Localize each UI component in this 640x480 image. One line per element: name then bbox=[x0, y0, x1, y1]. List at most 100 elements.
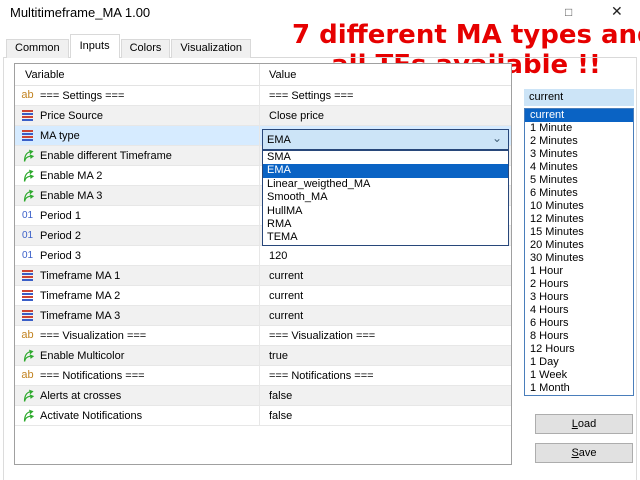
timeframe-listbox: current 1 Minute 2 Minutes 3 Minutes 4 Minut… bbox=[524, 108, 634, 396]
tab-common[interactable]: Common bbox=[6, 39, 69, 58]
table-row[interactable]: Timeframe MA 3 current bbox=[15, 306, 511, 326]
bool-arrow-icon bbox=[23, 349, 34, 362]
bool-arrow-icon bbox=[23, 169, 34, 182]
value-cell[interactable]: === Notifications === bbox=[259, 366, 511, 385]
annotation-line-1: 7 different MA types and bbox=[292, 20, 640, 50]
load-button[interactable]: Load bbox=[535, 414, 633, 434]
value-cell[interactable]: true bbox=[259, 346, 511, 365]
inputs-table: Variable Value ab === Settings === === Set… bbox=[14, 63, 512, 465]
timeframe-option[interactable]: 1 Day bbox=[525, 356, 633, 369]
table-row[interactable]: ab === Notifications === === Notifications… bbox=[15, 366, 511, 386]
value-cell[interactable]: false bbox=[259, 386, 511, 405]
int-icon: 01 bbox=[21, 229, 34, 241]
timeframe-option[interactable]: 10 Minutes bbox=[525, 200, 633, 213]
timeframe-option[interactable]: 1 Hour bbox=[525, 265, 633, 278]
variable-label: Period 2 bbox=[40, 229, 81, 242]
timeframe-option[interactable]: 15 Minutes bbox=[525, 226, 633, 239]
ab-icon: ab bbox=[21, 89, 34, 101]
ma-type-combobox[interactable]: EMA ⌄ bbox=[262, 129, 509, 150]
table-row[interactable]: Activate Notifications false bbox=[15, 406, 511, 426]
timeframe-option[interactable]: 6 Hours bbox=[525, 317, 633, 330]
ma-type-option[interactable]: SMA bbox=[263, 151, 508, 164]
timeframe-option[interactable]: 1 Week bbox=[525, 369, 633, 382]
window-title: Multitimeframe_MA 1.00 bbox=[10, 5, 151, 20]
timeframe-option[interactable]: 2 Minutes bbox=[525, 135, 633, 148]
value-cell[interactable]: === Visualization === bbox=[259, 326, 511, 345]
timeframe-option[interactable]: 1 Minute bbox=[525, 122, 633, 135]
bool-arrow-icon bbox=[23, 409, 34, 422]
maximize-icon[interactable]: □ bbox=[565, 5, 572, 19]
tab-visualization[interactable]: Visualization bbox=[171, 39, 251, 58]
timeframe-option[interactable]: 1 Month bbox=[525, 382, 633, 395]
value-cell[interactable]: current bbox=[259, 266, 511, 285]
int-icon: 01 bbox=[21, 249, 34, 261]
timeframe-option[interactable]: 2 Hours bbox=[525, 278, 633, 291]
variable-label: Timeframe MA 1 bbox=[40, 269, 121, 282]
page-border-right bbox=[636, 57, 637, 480]
enum-icon bbox=[22, 290, 33, 301]
timeframe-option[interactable]: 30 Minutes bbox=[525, 252, 633, 265]
table-row[interactable]: Timeframe MA 1 current bbox=[15, 266, 511, 286]
tab-colors[interactable]: Colors bbox=[120, 39, 171, 58]
timeframe-option[interactable]: 20 Minutes bbox=[525, 239, 633, 252]
timeframe-option[interactable]: 8 Hours bbox=[525, 330, 633, 343]
ab-icon: ab bbox=[21, 369, 34, 381]
ma-type-option[interactable]: RMA bbox=[263, 218, 508, 231]
value-cell[interactable]: === Settings === bbox=[259, 86, 511, 105]
table-row[interactable]: Enable Multicolor true bbox=[15, 346, 511, 366]
bool-arrow-icon bbox=[23, 189, 34, 202]
table-row[interactable]: ab === Visualization === === Visualization… bbox=[15, 326, 511, 346]
timeframe-option[interactable]: 12 Minutes bbox=[525, 213, 633, 226]
variable-label: Enable MA 3 bbox=[40, 189, 103, 202]
variable-label: MA type bbox=[40, 129, 80, 142]
value-cell[interactable]: false bbox=[259, 406, 511, 425]
ma-type-option[interactable]: EMA bbox=[263, 164, 508, 178]
ma-type-combobox-value: EMA bbox=[267, 133, 291, 146]
ma-type-dropdown-list: SMA EMA Linear_weigthed_MA Smooth_MA HullMA R… bbox=[262, 150, 509, 246]
save-button[interactable]: Save bbox=[535, 443, 633, 463]
ma-type-option[interactable]: Smooth_MA bbox=[263, 191, 508, 204]
timeframe-option[interactable]: 5 Minutes bbox=[525, 174, 633, 187]
timeframe-option[interactable]: 4 Minutes bbox=[525, 161, 633, 174]
variable-label: === Notifications === bbox=[40, 369, 145, 382]
value-cell[interactable]: current bbox=[259, 306, 511, 325]
variable-label: Enable MA 2 bbox=[40, 169, 103, 182]
ma-type-option[interactable]: HullMA bbox=[263, 205, 508, 218]
table-row[interactable]: ab === Settings === === Settings === bbox=[15, 86, 511, 106]
tab-bar: Common Inputs Colors Visualization bbox=[6, 34, 252, 58]
timeframe-option[interactable]: 12 Hours bbox=[525, 343, 633, 356]
table-row[interactable]: Alerts at crosses false bbox=[15, 386, 511, 406]
chevron-down-icon: ⌄ bbox=[491, 131, 502, 145]
value-cell[interactable]: Close price bbox=[259, 106, 511, 125]
table-header-row: Variable Value bbox=[15, 64, 511, 86]
enum-icon bbox=[22, 270, 33, 281]
timeframe-option[interactable]: current bbox=[525, 109, 633, 122]
timeframe-field[interactable]: current bbox=[524, 89, 634, 106]
variable-label: Timeframe MA 2 bbox=[40, 289, 121, 302]
table-row[interactable]: Price Source Close price bbox=[15, 106, 511, 126]
value-cell[interactable]: 120 bbox=[259, 246, 511, 265]
variable-label: Price Source bbox=[40, 109, 103, 122]
timeframe-option[interactable]: 3 Hours bbox=[525, 291, 633, 304]
bool-arrow-icon bbox=[23, 149, 34, 162]
timeframe-option[interactable]: 6 Minutes bbox=[525, 187, 633, 200]
close-icon[interactable]: ✕ bbox=[611, 3, 623, 20]
variable-label: Period 1 bbox=[40, 209, 81, 222]
ma-type-option[interactable]: TEMA bbox=[263, 231, 508, 244]
column-header-value: Value bbox=[259, 64, 296, 85]
ma-type-option[interactable]: Linear_weigthed_MA bbox=[263, 178, 508, 191]
table-row[interactable]: Timeframe MA 2 current bbox=[15, 286, 511, 306]
timeframe-option[interactable]: 4 Hours bbox=[525, 304, 633, 317]
column-header-variable: Variable bbox=[25, 68, 65, 81]
variable-label: === Visualization === bbox=[40, 329, 147, 342]
variable-label: Activate Notifications bbox=[40, 409, 143, 422]
table-row[interactable]: 01 Period 3 120 bbox=[15, 246, 511, 266]
variable-label: Alerts at crosses bbox=[40, 389, 122, 402]
tab-inputs[interactable]: Inputs bbox=[69, 34, 120, 58]
page-border-left bbox=[3, 57, 4, 480]
variable-label: Timeframe MA 3 bbox=[40, 309, 121, 322]
variable-label: Period 3 bbox=[40, 249, 81, 262]
ab-icon: ab bbox=[21, 329, 34, 341]
timeframe-option[interactable]: 3 Minutes bbox=[525, 148, 633, 161]
value-cell[interactable]: current bbox=[259, 286, 511, 305]
